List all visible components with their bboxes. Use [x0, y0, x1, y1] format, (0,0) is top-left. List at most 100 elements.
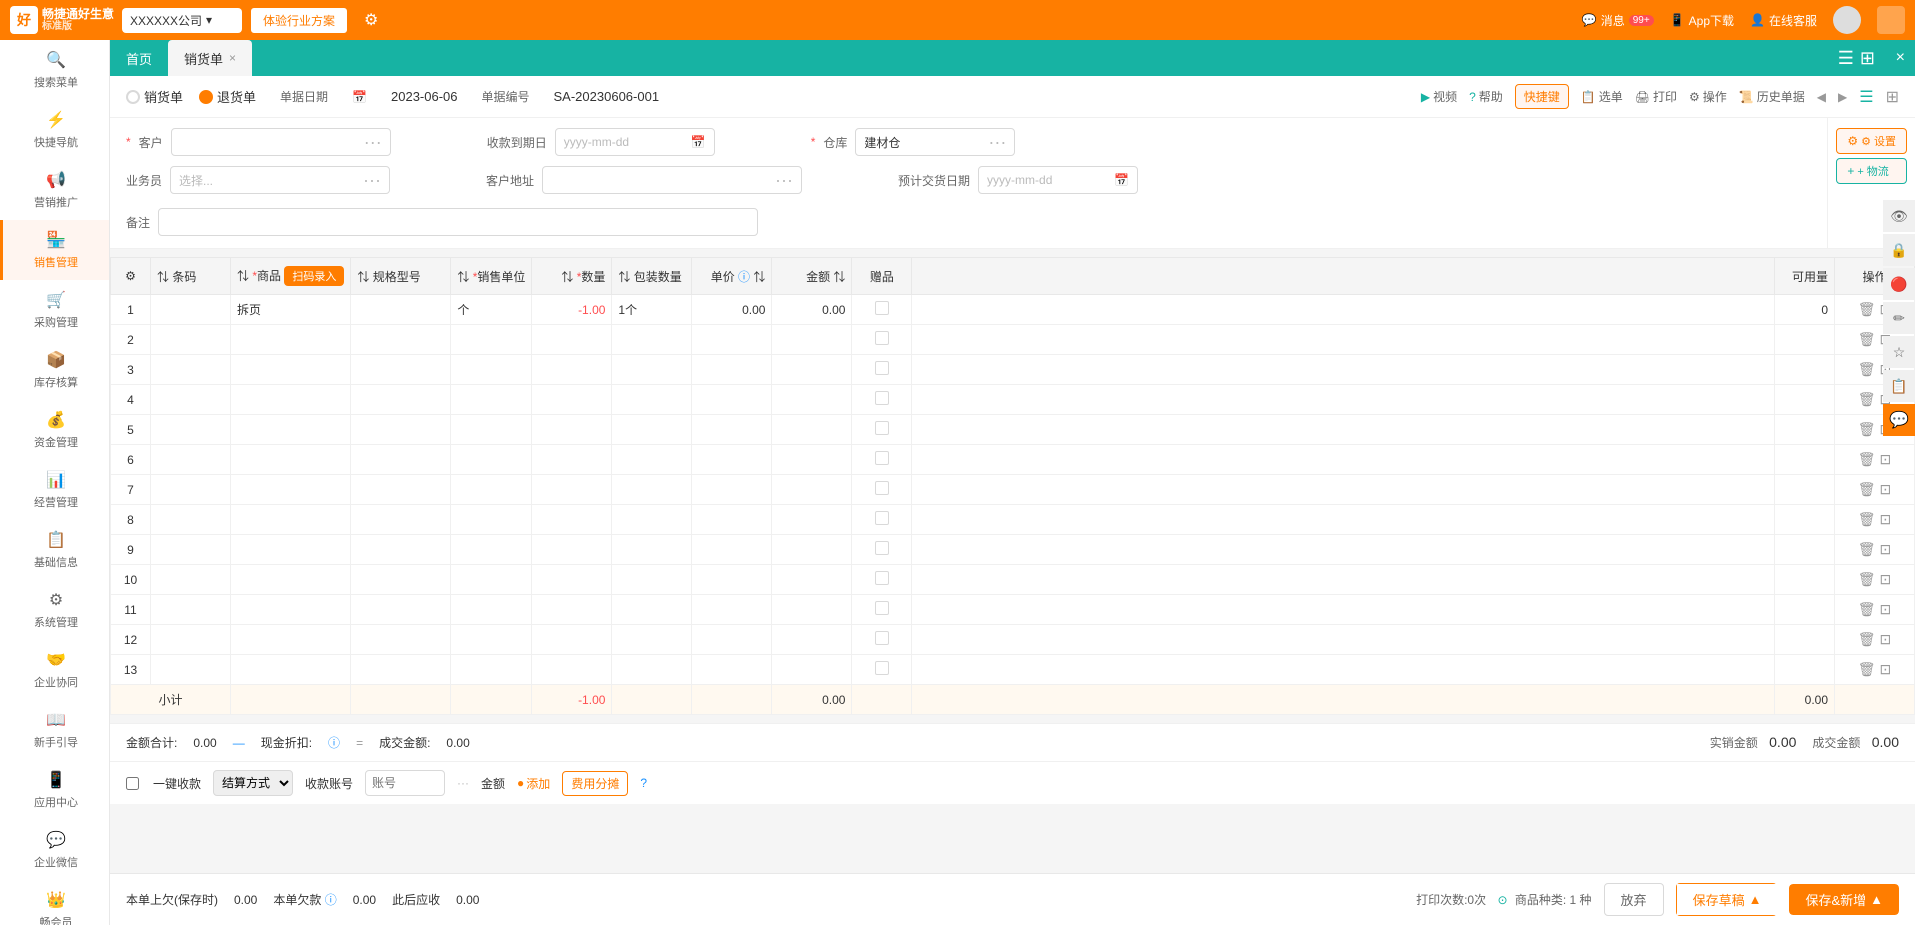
row-barcode[interactable]	[151, 415, 231, 445]
company-selector[interactable]: XXXXXX公司 ▾	[122, 8, 242, 33]
print-type-icon[interactable]: ⊙	[1497, 893, 1507, 907]
warehouse-input[interactable]: 建材仓 ···	[855, 128, 1015, 156]
row-product[interactable]: 拆页	[231, 295, 351, 325]
tool-print[interactable]: 🖨 打印	[1635, 88, 1677, 105]
gift-checkbox[interactable]	[875, 541, 889, 555]
tab-bar-grid-view-icon[interactable]: ⊞	[1860, 48, 1875, 69]
gift-checkbox[interactable]	[875, 421, 889, 435]
row-price[interactable]	[692, 415, 772, 445]
gift-checkbox[interactable]	[875, 361, 889, 375]
row-pkg-qty[interactable]	[612, 415, 692, 445]
row-price[interactable]	[692, 385, 772, 415]
row-gift[interactable]	[852, 595, 912, 625]
row-delete-btn[interactable]: 🗑	[1858, 451, 1876, 468]
row-barcode[interactable]	[151, 625, 231, 655]
row-delete-btn[interactable]: 🗑	[1858, 631, 1876, 648]
row-unit[interactable]: 个	[451, 295, 532, 325]
sidebar-item-quick[interactable]: ⚡ 快捷导航	[0, 100, 109, 160]
expected-calendar-icon[interactable]: 📅	[1114, 173, 1129, 187]
row-spec[interactable]	[351, 655, 451, 685]
sidebar-item-search[interactable]: 🔍 搜索菜单	[0, 40, 109, 100]
sidebar-item-management[interactable]: 📊 经营管理	[0, 460, 109, 520]
tool-select[interactable]: 📋 选单	[1581, 88, 1623, 105]
row-price[interactable]	[692, 595, 772, 625]
price-info-icon[interactable]: ⓘ	[738, 270, 750, 284]
row-barcode[interactable]	[151, 475, 231, 505]
row-copy-btn[interactable]: ⊡	[1880, 511, 1892, 528]
row-product[interactable]	[231, 475, 351, 505]
row-copy-btn[interactable]: ⊡	[1880, 601, 1892, 618]
expected-date-input[interactable]: yyyy-mm-dd 📅	[978, 166, 1138, 194]
row-amount[interactable]	[772, 505, 852, 535]
row-pkg-qty[interactable]	[612, 655, 692, 685]
sidebar-item-sales[interactable]: 🏪 销售管理	[0, 220, 109, 280]
row-delete-btn[interactable]: 🗑	[1858, 421, 1876, 438]
sidebar-item-guide[interactable]: 📖 新手引导	[0, 700, 109, 760]
row-pkg-qty[interactable]	[612, 505, 692, 535]
row-price[interactable]	[692, 475, 772, 505]
customer-dots[interactable]: ···	[364, 132, 382, 153]
th-pkg-sort[interactable]: ⇅	[618, 270, 630, 284]
row-amount[interactable]	[772, 445, 852, 475]
shortcut-btn[interactable]: 快捷键	[1515, 84, 1569, 109]
row-amount[interactable]: 0.00	[772, 295, 852, 325]
row-pkg-qty[interactable]	[612, 355, 692, 385]
row-gift[interactable]	[852, 355, 912, 385]
row-barcode[interactable]	[151, 655, 231, 685]
row-unit[interactable]	[451, 625, 532, 655]
th-amount-sort[interactable]: ⇅	[833, 270, 845, 284]
row-gift[interactable]	[852, 565, 912, 595]
row-qty[interactable]	[532, 415, 612, 445]
row-copy-btn[interactable]: ⊡	[1880, 631, 1892, 648]
row-gift[interactable]	[852, 505, 912, 535]
row-unit[interactable]	[451, 385, 532, 415]
row-gift[interactable]	[852, 445, 912, 475]
payment-date-input[interactable]: yyyy-mm-dd 📅	[555, 128, 715, 156]
row-price[interactable]	[692, 565, 772, 595]
tool-history[interactable]: 📜 历史单据	[1739, 88, 1805, 105]
add-payment-btn[interactable]: ● 添加	[517, 775, 550, 792]
row-amount[interactable]	[772, 475, 852, 505]
row-price[interactable]	[692, 325, 772, 355]
sidebar-item-member[interactable]: 👑 畅会员	[0, 880, 109, 925]
row-pkg-qty[interactable]	[612, 595, 692, 625]
row-price[interactable]	[692, 505, 772, 535]
row-product[interactable]	[231, 655, 351, 685]
row-unit[interactable]	[451, 505, 532, 535]
row-qty[interactable]	[532, 505, 612, 535]
float-btn-3[interactable]: 🔴	[1883, 268, 1915, 300]
row-qty[interactable]	[532, 595, 612, 625]
experience-btn[interactable]: 体验行业方案	[250, 7, 348, 34]
nav-prev-icon[interactable]: ◀	[1817, 90, 1826, 104]
expense-help-icon[interactable]: ?	[640, 776, 647, 790]
radio-sale[interactable]: 销货单	[126, 87, 183, 106]
row-barcode[interactable]	[151, 325, 231, 355]
float-btn-5[interactable]: ☆	[1883, 336, 1915, 368]
account-input[interactable]	[365, 770, 445, 796]
row-delete-btn[interactable]: 🗑	[1858, 361, 1876, 378]
address-input[interactable]: ···	[542, 166, 802, 194]
row-amount[interactable]	[772, 655, 852, 685]
customer-input[interactable]: ···	[171, 128, 391, 156]
row-barcode[interactable]	[151, 565, 231, 595]
row-spec[interactable]	[351, 385, 451, 415]
row-barcode[interactable]	[151, 505, 231, 535]
gift-checkbox[interactable]	[875, 661, 889, 675]
row-spec[interactable]	[351, 475, 451, 505]
float-btn-2[interactable]: 🔒	[1883, 234, 1915, 266]
row-gift[interactable]	[852, 385, 912, 415]
sidebar-item-collab[interactable]: 🤝 企业协同	[0, 640, 109, 700]
view-list-icon[interactable]: ☰	[1859, 87, 1873, 107]
online-service-btn[interactable]: 👤 在线客服	[1750, 12, 1817, 29]
row-spec[interactable]	[351, 445, 451, 475]
warehouse-dots[interactable]: ···	[988, 132, 1006, 153]
gift-checkbox[interactable]	[875, 511, 889, 525]
row-barcode[interactable]	[151, 595, 231, 625]
payment-calendar-icon[interactable]: 📅	[691, 135, 706, 149]
address-dots[interactable]: ···	[775, 170, 793, 191]
staff-dots[interactable]: ···	[363, 170, 381, 191]
row-unit[interactable]	[451, 475, 532, 505]
row-spec[interactable]	[351, 535, 451, 565]
minus-icon[interactable]: —	[233, 736, 245, 750]
gift-checkbox[interactable]	[875, 481, 889, 495]
